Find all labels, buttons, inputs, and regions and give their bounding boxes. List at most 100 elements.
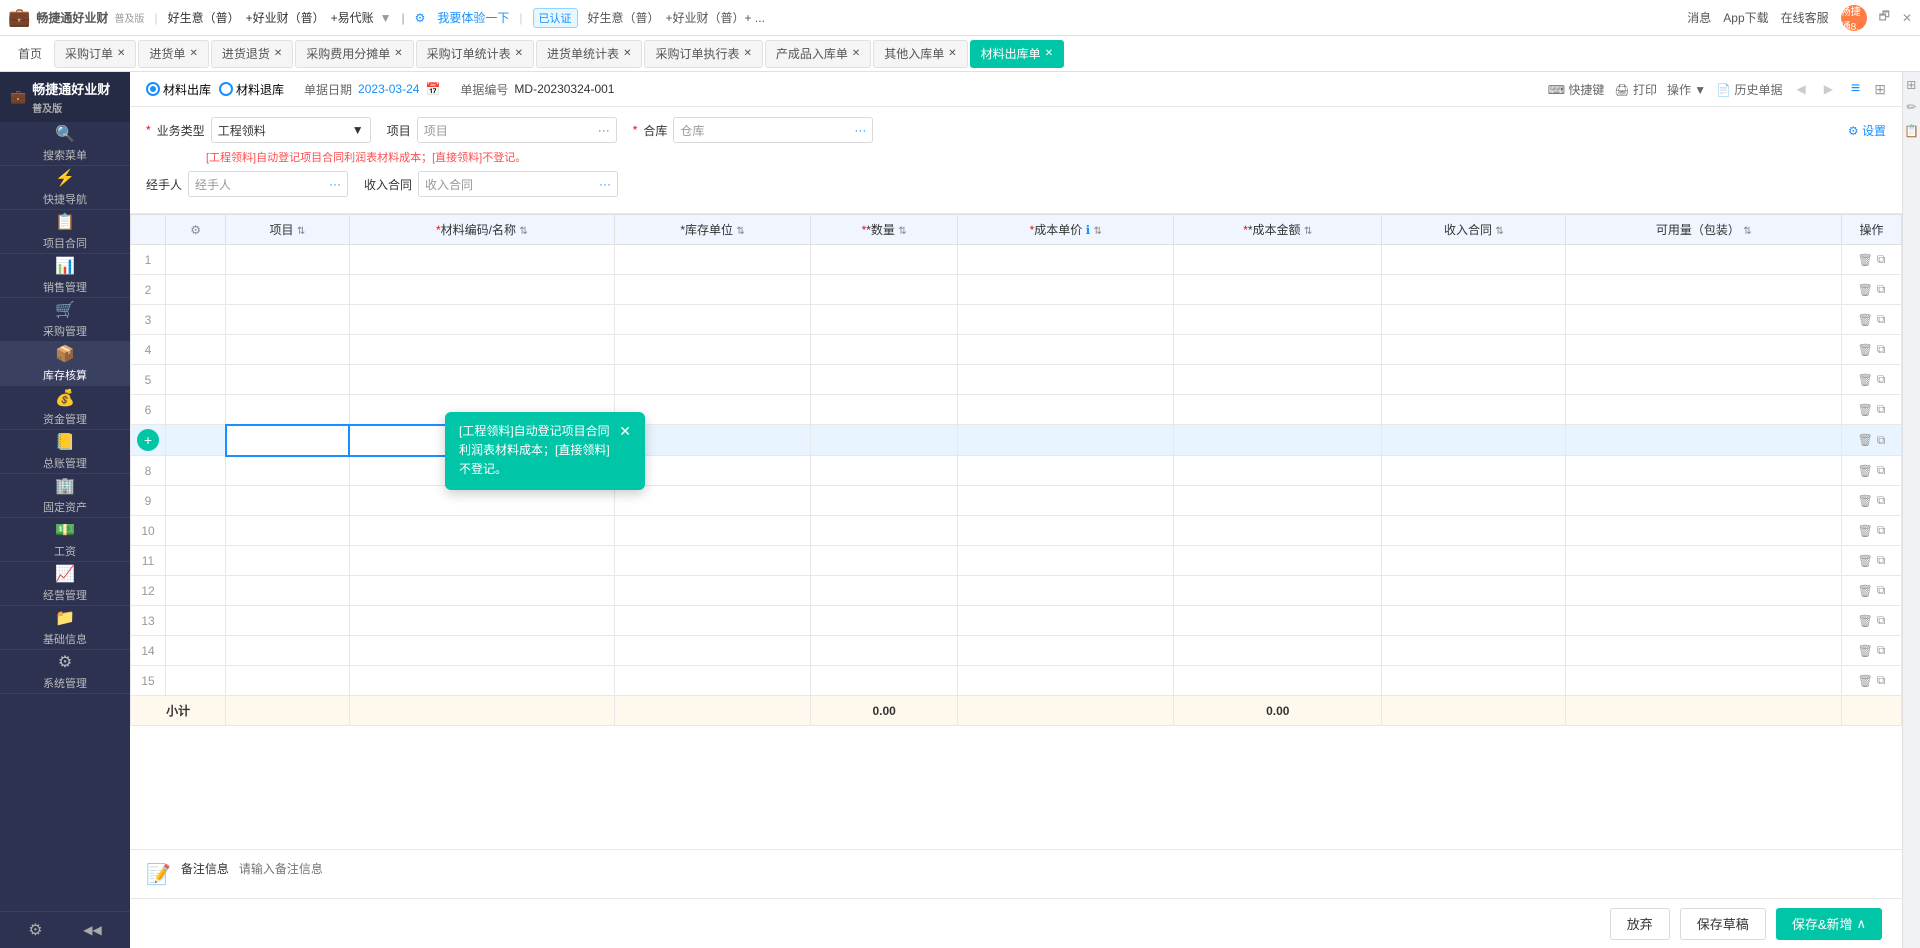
row-6-delete-icon[interactable]: 🗑 [1858, 403, 1873, 417]
tab-home[interactable]: 首页 [8, 40, 52, 68]
row-4-copy-icon[interactable]: ⧉ [1877, 342, 1886, 357]
sidebar-item-ledger[interactable]: 📒 总账管理 [0, 430, 130, 474]
draft-button[interactable]: 保存草稿 [1680, 908, 1766, 940]
remark-input[interactable] [239, 860, 1886, 888]
nav-agent[interactable]: +易代账 [331, 9, 374, 26]
row-11-delete-icon[interactable]: 🗑 [1858, 554, 1873, 568]
row-4-delete-icon[interactable]: 🗑 [1858, 343, 1873, 357]
tab-purchase-exec-close[interactable]: ✕ [743, 48, 751, 59]
sidebar-item-sales[interactable]: 📊 销售管理 [0, 254, 130, 298]
row-2-copy-icon[interactable]: ⧉ [1877, 282, 1886, 297]
income-contract-select[interactable]: 收入合同 ··· [418, 171, 618, 197]
cost-price-sort-icon[interactable]: ⇅ [1094, 226, 1102, 237]
income-contract-link-icon[interactable]: ··· [599, 177, 611, 191]
tab-goods-receipt[interactable]: 进货单 ✕ [138, 40, 208, 68]
tab-other-receipt-close[interactable]: ✕ [948, 48, 956, 59]
handler-select[interactable]: 经手人 ··· [188, 171, 348, 197]
row-1-quantity[interactable] [811, 245, 958, 275]
sidebar-item-funds[interactable]: 💰 资金管理 [0, 386, 130, 430]
row-8-copy-icon[interactable]: ⧉ [1877, 463, 1886, 478]
row-1-cost-price[interactable] [958, 245, 1174, 275]
abandon-button[interactable]: 放弃 [1610, 908, 1670, 940]
sidebar-item-operations[interactable]: 📈 经营管理 [0, 562, 130, 606]
operation-btn[interactable]: 操作 ▼ [1667, 81, 1706, 98]
sidebar-item-basic-info[interactable]: 📁 基础信息 [0, 606, 130, 650]
tab-purchase-stat-close[interactable]: ✕ [515, 48, 523, 59]
row-6-copy-icon[interactable]: ⧉ [1877, 402, 1886, 417]
sidebar-item-payroll[interactable]: 💵 工资 [0, 518, 130, 562]
nav-good-finance[interactable]: +好业财（普） [246, 9, 325, 26]
window-restore-icon[interactable]: 🗗 [1879, 7, 1890, 28]
row-15-delete-icon[interactable]: 🗑 [1858, 674, 1873, 688]
date-picker-icon[interactable]: 📅 [425, 82, 440, 96]
right-panel-icon-2[interactable]: ✏ [1905, 100, 1919, 114]
experience-link[interactable]: 我要体验一下 [437, 9, 509, 26]
biz-type-select[interactable]: 工程领料 ▼ [211, 117, 371, 143]
user-avatar[interactable]: 畅捷通8... [1841, 5, 1867, 31]
radio-material-issue[interactable]: 材料出库 [146, 81, 211, 98]
warehouse-select[interactable]: 仓库 ··· [673, 117, 873, 143]
tab-goods-return[interactable]: 进货退货 ✕ [211, 40, 293, 68]
row-8-delete-icon[interactable]: 🗑 [1858, 464, 1873, 478]
row-5-copy-icon[interactable]: ⧉ [1877, 372, 1886, 387]
nav-good-biz[interactable]: 好生意（普） [168, 9, 240, 26]
tab-purchase-order[interactable]: 采购订单 ✕ [54, 40, 136, 68]
app-download-btn[interactable]: App下载 [1723, 9, 1768, 26]
tab-purchase-expense[interactable]: 采购费用分摊单 ✕ [295, 40, 413, 68]
handler-link-icon[interactable]: ··· [329, 177, 341, 191]
row-5-delete-icon[interactable]: 🗑 [1858, 373, 1873, 387]
sidebar-collapse-icon[interactable]: ◀◀ [83, 923, 101, 937]
tooltip-close-icon[interactable]: ✕ [619, 420, 631, 442]
row-active-delete-icon[interactable]: 🗑 [1858, 433, 1873, 447]
row-12-delete-icon[interactable]: 🗑 [1858, 584, 1873, 598]
settings-btn[interactable]: ⚙ 设置 [1848, 122, 1886, 139]
nav-more-dropdown[interactable]: ▼ [380, 11, 392, 25]
tab-goods-return-close[interactable]: ✕ [274, 48, 282, 59]
col-settings-icon[interactable]: ⚙ [190, 223, 201, 237]
project-select[interactable]: 项目 ··· [417, 117, 617, 143]
row-10-delete-icon[interactable]: 🗑 [1858, 524, 1873, 538]
row-11-copy-icon[interactable]: ⧉ [1877, 553, 1886, 568]
project-sort-icon[interactable]: ⇅ [297, 226, 305, 237]
save-new-button[interactable]: 保存&新增 ∧ [1776, 908, 1882, 940]
tab-purchase-exec[interactable]: 采购订单执行表 ✕ [644, 40, 762, 68]
row-14-delete-icon[interactable]: 🗑 [1858, 644, 1873, 658]
material-sort-icon[interactable]: ⇅ [519, 226, 527, 237]
sidebar-settings-icon[interactable]: ⚙ [28, 920, 42, 940]
row-3-delete-icon[interactable]: 🗑 [1858, 313, 1873, 327]
tab-other-receipt[interactable]: 其他入库单 ✕ [873, 40, 967, 68]
tab-goods-receipt-close[interactable]: ✕ [189, 48, 197, 59]
sidebar-item-purchase[interactable]: 🛒 采购管理 [0, 298, 130, 342]
row-12-copy-icon[interactable]: ⧉ [1877, 583, 1886, 598]
qty-sort-icon[interactable]: ⇅ [898, 226, 906, 237]
cost-amount-sort-icon[interactable]: ⇅ [1304, 226, 1312, 237]
sidebar-item-search[interactable]: 🔍 搜索菜单 [0, 122, 130, 166]
msg-btn[interactable]: 消息 [1687, 9, 1711, 26]
available-sort-icon[interactable]: ⇅ [1743, 226, 1751, 237]
tab-purchase-expense-close[interactable]: ✕ [394, 48, 402, 59]
row-1-copy-icon[interactable]: ⧉ [1877, 252, 1886, 267]
row-3-copy-icon[interactable]: ⧉ [1877, 312, 1886, 327]
online-service-btn[interactable]: 在线客服 [1781, 9, 1829, 26]
right-panel-icon-3[interactable]: 📋 [1905, 124, 1919, 139]
row-1-cost-amount[interactable] [1174, 245, 1382, 275]
income-sort-icon[interactable]: ⇅ [1495, 226, 1503, 237]
row-13-delete-icon[interactable]: 🗑 [1858, 614, 1873, 628]
th-settings[interactable]: ⚙ [166, 215, 226, 245]
row-1-project[interactable] [226, 245, 349, 275]
right-panel-icon-1[interactable]: ⊞ [1905, 80, 1919, 90]
sidebar-item-fixed-assets[interactable]: 🏢 固定资产 [0, 474, 130, 518]
row-1-delete-icon[interactable]: 🗑 [1858, 253, 1873, 267]
radio-material-return[interactable]: 材料退库 [219, 81, 284, 98]
sidebar-item-inventory[interactable]: 📦 库存核算 [0, 342, 130, 386]
list-view-icon[interactable]: ≡ [1851, 80, 1860, 98]
warehouse-link-icon[interactable]: ··· [854, 123, 866, 137]
window-close-icon[interactable]: ✕ [1902, 11, 1912, 25]
row-active-copy-icon[interactable]: ⧉ [1877, 433, 1886, 448]
shortcut-btn[interactable]: ⌨ 快捷键 [1548, 81, 1605, 98]
sidebar-item-quicknav[interactable]: ⚡ 快捷导航 [0, 166, 130, 210]
sidebar-item-system[interactable]: ⚙ 系统管理 [0, 650, 130, 694]
row-9-copy-icon[interactable]: ⧉ [1877, 493, 1886, 508]
unit-sort-icon[interactable]: ⇅ [736, 226, 744, 237]
tab-material-issue[interactable]: 材料出库单 ✕ [970, 40, 1064, 68]
